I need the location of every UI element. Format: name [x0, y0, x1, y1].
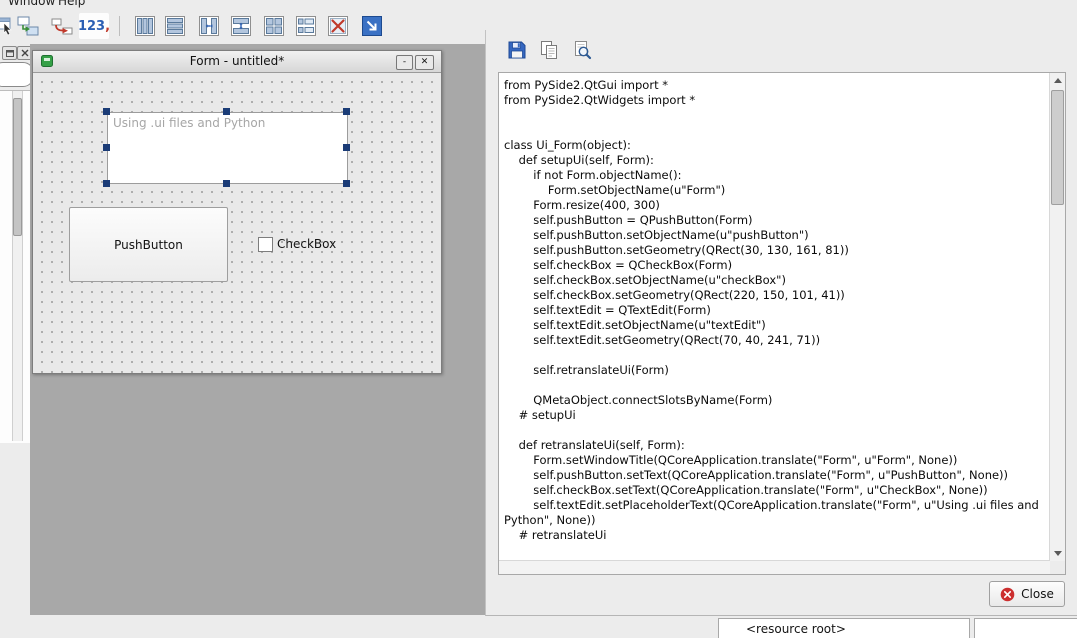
checkbox-indicator[interactable]: [258, 237, 273, 252]
code-view[interactable]: from PySide2.QtGui import * from PySide2…: [498, 72, 1066, 575]
close-button-label: Close: [1021, 587, 1054, 601]
selection-handle-top-left[interactable]: [103, 108, 110, 115]
menubar: Window Help: [0, 0, 1077, 9]
layout-horizontal-icon[interactable]: [132, 13, 158, 39]
layout-horizontal-splitter-icon[interactable]: [196, 13, 222, 39]
selection-handle-bottom-left[interactable]: [103, 180, 110, 187]
edit-signals-slots-icon[interactable]: [15, 13, 41, 39]
copy-button[interactable]: [536, 37, 562, 63]
selection-handle-top-right[interactable]: [343, 108, 350, 115]
code-scrollbar-thumb[interactable]: [1051, 90, 1064, 205]
form-layout-glyph: [294, 14, 318, 38]
selection-handle-mid-left[interactable]: [103, 144, 110, 151]
resource-browser-side-panel: [974, 618, 1077, 638]
selection-handle-bottom-right[interactable]: [343, 180, 350, 187]
textedit-placeholder: Using .ui files and Python: [113, 116, 265, 130]
save-icon: [506, 39, 528, 61]
grid-layout-glyph: [262, 14, 286, 38]
layout-vertical-glyph: [163, 14, 187, 38]
edit-widgets-glyph: [0, 14, 16, 38]
v-splitter-glyph: [229, 14, 253, 38]
break-layout-icon[interactable]: [325, 13, 351, 39]
dock-float-button[interactable]: [2, 46, 17, 60]
form-canvas[interactable]: Using .ui files and Python PushButton Ch…: [33, 73, 441, 373]
scrollbar-corner: [1050, 561, 1065, 574]
dialog-close-button[interactable]: Close: [989, 581, 1065, 607]
close-button[interactable]: ✕: [415, 55, 434, 70]
arrow-down-icon: [1054, 551, 1062, 556]
tab-order-mark: ,: [105, 19, 110, 34]
widget-box-scrollbar-thumb[interactable]: [13, 98, 22, 236]
toolbar-separator: [119, 16, 120, 36]
textedit-widget[interactable]: Using .ui files and Python: [107, 112, 348, 184]
widget-box-filter-input[interactable]: [0, 62, 34, 87]
menu-window[interactable]: Window: [8, 0, 55, 8]
edit-buddies-icon[interactable]: [49, 13, 75, 39]
tab-order-digits: 123: [78, 19, 105, 34]
pushbutton-widget[interactable]: PushButton: [69, 207, 228, 282]
adjust-size-icon[interactable]: [359, 13, 385, 39]
copy-icon: [538, 39, 560, 61]
save-button[interactable]: [504, 37, 530, 63]
widget-box-scrollbar[interactable]: [12, 91, 23, 441]
selection-handle-bottom-center[interactable]: [223, 180, 230, 187]
arrow-up-icon: [1054, 78, 1062, 83]
break-layout-glyph: [326, 14, 350, 38]
generated-code[interactable]: from PySide2.QtGui import * from PySide2…: [499, 73, 1049, 561]
find-button[interactable]: [569, 37, 595, 63]
code-horizontal-scrollbar[interactable]: [499, 560, 1050, 574]
layout-grid-icon[interactable]: [261, 13, 287, 39]
layout-form-icon[interactable]: [293, 13, 319, 39]
find-icon: [571, 39, 593, 61]
pushbutton-label: PushButton: [114, 238, 183, 252]
h-splitter-glyph: [197, 14, 221, 38]
menu-help[interactable]: Help: [58, 0, 85, 8]
layout-horizontal-glyph: [133, 14, 157, 38]
view-code-dialog: from PySide2.QtGui import * from PySide2…: [485, 30, 1077, 616]
form-editor-window: Form - untitled* - ✕ Using .ui files and…: [32, 50, 442, 374]
scroll-down-button[interactable]: [1050, 546, 1065, 561]
signals-slots-glyph: [16, 14, 40, 38]
close-circle-icon: [1000, 587, 1015, 602]
scroll-up-button[interactable]: [1050, 73, 1065, 88]
adjust-size-glyph: [360, 14, 384, 38]
edit-tab-order-icon[interactable]: 123,: [79, 13, 109, 39]
resource-root-item[interactable]: <resource root>: [746, 622, 846, 636]
layout-vertical-icon[interactable]: [162, 13, 188, 39]
qt-designer-window: Window Help 123,: [0, 0, 1077, 638]
selection-handle-top-center[interactable]: [223, 108, 230, 115]
buddies-glyph: [50, 14, 74, 38]
form-window-titlebar[interactable]: Form - untitled* - ✕: [33, 51, 441, 73]
float-icon: [6, 50, 14, 57]
minimize-button[interactable]: -: [396, 55, 413, 70]
layout-vertical-splitter-icon[interactable]: [228, 13, 254, 39]
checkbox-label: CheckBox: [277, 237, 336, 251]
selection-handle-mid-right[interactable]: [343, 144, 350, 151]
code-vertical-scrollbar[interactable]: [1049, 73, 1065, 561]
form-window-title: Form - untitled*: [33, 54, 441, 68]
close-icon: [21, 49, 29, 57]
resource-browser-panel: <resource root>: [718, 618, 970, 638]
